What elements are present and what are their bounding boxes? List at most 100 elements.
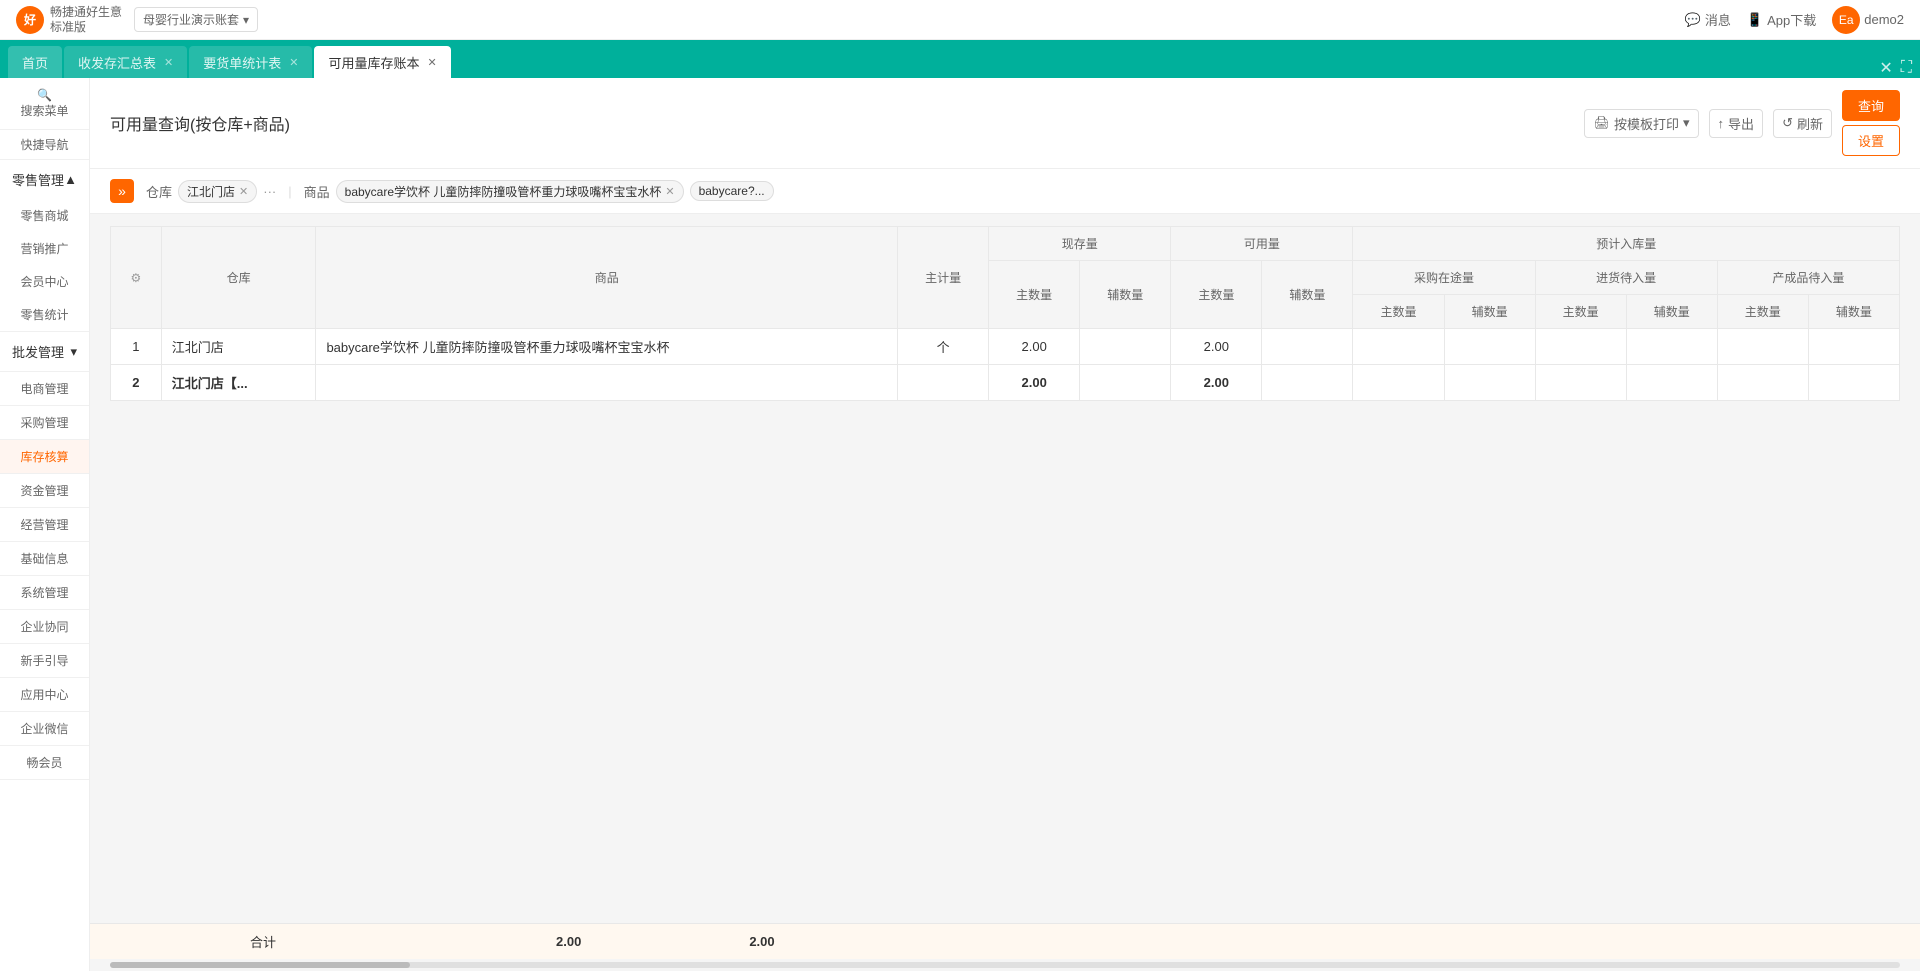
warehouse-tag-close[interactable]: ✕ bbox=[239, 185, 248, 198]
sidebar-section-retail-header[interactable]: 零售管理 ▲ bbox=[0, 160, 89, 199]
logo-icon: 好 bbox=[16, 6, 44, 34]
cell-prod-main-1 bbox=[1717, 365, 1808, 401]
tab-home[interactable]: 首页 bbox=[8, 46, 62, 78]
tab-receive-close[interactable]: ✕ bbox=[164, 56, 173, 69]
message-icon: 💬 bbox=[1685, 12, 1701, 28]
tab-available-close[interactable]: ✕ bbox=[428, 56, 437, 69]
query-button[interactable]: 查询 bbox=[1842, 90, 1900, 121]
scroll-track[interactable] bbox=[110, 962, 1900, 968]
sidebar-item-retail-mall[interactable]: 零售商城 bbox=[0, 199, 89, 232]
export-icon: ↑ bbox=[1718, 116, 1725, 131]
warehouse-more[interactable]: ··· bbox=[263, 184, 276, 199]
sidebar-item-retail-stats[interactable]: 零售统计 bbox=[0, 298, 89, 331]
phone-icon: 📱 bbox=[1747, 12, 1763, 28]
refresh-button[interactable]: ↺ 刷新 bbox=[1773, 109, 1832, 138]
cell-prod-aux-1 bbox=[1808, 365, 1899, 401]
th-planned-group: 预计入库量 bbox=[1353, 227, 1900, 261]
cell-in-main-1 bbox=[1535, 365, 1626, 401]
cell-avail-main-0: 2.00 bbox=[1171, 329, 1262, 365]
logo-area: 好 畅捷通好生意 标准版 bbox=[16, 5, 122, 34]
th-available-main: 主数量 bbox=[1171, 261, 1262, 329]
cell-in-aux-1 bbox=[1626, 365, 1717, 401]
settings-icon[interactable]: ⚙ bbox=[130, 271, 141, 285]
sidebar-item-enterprise[interactable]: 企业协同 bbox=[0, 610, 89, 643]
cell-unit-0: 个 bbox=[898, 329, 989, 365]
chevron-down-icon: ▾ bbox=[243, 13, 249, 27]
cell-pur-main-1 bbox=[1353, 365, 1444, 401]
export-button[interactable]: ↑ 导出 bbox=[1709, 109, 1764, 138]
expand-filter-button[interactable]: » bbox=[110, 179, 134, 203]
product-tag-0-close[interactable]: ✕ bbox=[665, 185, 674, 198]
sidebar-section-inventory: 库存核算 bbox=[0, 440, 89, 474]
filter-bar: » 仓库 江北门店 ✕ ··· | 商品 babycare学饮杯 儿童防摔防撞吸… bbox=[90, 169, 1920, 214]
warehouse-tags: 江北门店 ✕ ··· bbox=[178, 180, 276, 203]
cell-stock-aux-0 bbox=[1080, 329, 1171, 365]
top-bar: 好 畅捷通好生意 标准版 母婴行业演示账套 ▾ 💬 消息 📱 App下载 Ea … bbox=[0, 0, 1920, 40]
cell-avail-aux-1 bbox=[1262, 365, 1353, 401]
sidebar-item-guide[interactable]: 新手引导 bbox=[0, 644, 89, 677]
cell-avail-main-1: 2.00 bbox=[1171, 365, 1262, 401]
tab-receive[interactable]: 收发存汇总表 ✕ bbox=[64, 46, 187, 78]
sidebar-item-basic[interactable]: 基础信息 bbox=[0, 542, 89, 575]
th-settings[interactable]: ⚙ bbox=[111, 227, 162, 329]
sidebar-section-guide: 新手引导 bbox=[0, 644, 89, 678]
sidebar-item-finance[interactable]: 资金管理 bbox=[0, 474, 89, 507]
scrollbar-area bbox=[90, 959, 1920, 971]
product-tag-0: babycare学饮杯 儿童防摔防撞吸管杯重力球吸嘴杯宝宝水杯 ✕ bbox=[336, 180, 684, 203]
th-stock-main: 主数量 bbox=[989, 261, 1080, 329]
warehouse-tag-0: 江北门店 ✕ bbox=[178, 180, 257, 203]
sidebar-item-operations[interactable]: 经营管理 bbox=[0, 508, 89, 541]
main-area: 🔍 搜索菜单 快捷导航 零售管理 ▲ 零售商城 营销推广 会员中心 零售统计 bbox=[0, 78, 1920, 971]
product-tag-1: babycare?... bbox=[690, 181, 774, 201]
cell-warehouse-0: 江北门店 bbox=[161, 329, 316, 365]
nav-tabs: 首页 收发存汇总表 ✕ 要货单统计表 ✕ 可用量库存账本 ✕ ✕ ⛶ bbox=[0, 40, 1920, 78]
tab-available[interactable]: 可用量库存账本 ✕ bbox=[314, 46, 450, 78]
cell-unit-1 bbox=[898, 365, 989, 401]
th-stock-aux: 辅数量 bbox=[1080, 261, 1171, 329]
sidebar-quick-nav[interactable]: 快捷导航 bbox=[0, 130, 89, 160]
sidebar-item-system[interactable]: 系统管理 bbox=[0, 576, 89, 609]
sidebar-item-wechat[interactable]: 企业微信 bbox=[0, 712, 89, 745]
sidebar-item-purchase[interactable]: 采购管理 bbox=[0, 406, 89, 439]
th-purchase-transit: 采购在途量 bbox=[1353, 261, 1535, 295]
search-icon: 🔍 bbox=[37, 88, 52, 102]
sidebar-section-wechat: 企业微信 bbox=[0, 712, 89, 746]
top-bar-left: 好 畅捷通好生意 标准版 母婴行业演示账套 ▾ bbox=[16, 5, 258, 34]
sidebar-section-appstore: 应用中心 bbox=[0, 678, 89, 712]
sidebar-item-changhui[interactable]: 畅会员 bbox=[0, 746, 89, 779]
sidebar-section-purchase: 采购管理 bbox=[0, 406, 89, 440]
sidebar-section-wholesale-header[interactable]: 批发管理 ▾ bbox=[0, 332, 89, 371]
avatar-text: Ea bbox=[1839, 13, 1854, 27]
sidebar-section-finance: 资金管理 bbox=[0, 474, 89, 508]
setting-button[interactable]: 设置 bbox=[1842, 125, 1900, 156]
sidebar-item-member[interactable]: 会员中心 bbox=[0, 265, 89, 298]
sidebar-item-appstore[interactable]: 应用中心 bbox=[0, 678, 89, 711]
sidebar-item-inventory[interactable]: 库存核算 bbox=[0, 440, 89, 473]
sidebar-section-enterprise: 企业协同 bbox=[0, 610, 89, 644]
print-button[interactable]: 🖨 按模板打印 ▾ bbox=[1584, 109, 1698, 138]
sidebar: 🔍 搜索菜单 快捷导航 零售管理 ▲ 零售商城 营销推广 会员中心 零售统计 bbox=[0, 78, 90, 971]
nav-expand-icon[interactable]: ⛶ bbox=[1901, 59, 1912, 77]
data-table: ⚙ 仓库 商品 主计量 现存量 可用量 预计入库量 主数量 辅数量 主数量 辅数… bbox=[110, 226, 1900, 401]
tab-order[interactable]: 要货单统计表 ✕ bbox=[189, 46, 312, 78]
table-area: ⚙ 仓库 商品 主计量 现存量 可用量 预计入库量 主数量 辅数量 主数量 辅数… bbox=[90, 214, 1920, 923]
app-download-button[interactable]: 📱 App下载 bbox=[1747, 10, 1816, 29]
scroll-thumb[interactable] bbox=[110, 962, 410, 968]
logo-text: 畅捷通好生意 标准版 bbox=[50, 5, 122, 34]
user-avatar-button[interactable]: Ea demo2 bbox=[1832, 6, 1904, 34]
template-selector[interactable]: 母婴行业演示账套 ▾ bbox=[134, 7, 258, 32]
sidebar-search[interactable]: 🔍 搜索菜单 bbox=[0, 78, 89, 130]
sidebar-item-marketing[interactable]: 营销推广 bbox=[0, 232, 89, 265]
nav-close-icon[interactable]: ✕ bbox=[1879, 58, 1892, 78]
page-header: 可用量查询(按仓库+商品) 🖨 按模板打印 ▾ ↑ 导出 ↺ 刷新 查询 设置 bbox=[90, 78, 1920, 169]
page-title: 可用量查询(按仓库+商品) bbox=[110, 111, 290, 135]
th-prod-main: 主数量 bbox=[1717, 295, 1808, 329]
message-button[interactable]: 💬 消息 bbox=[1685, 10, 1731, 29]
product-filter: 商品 babycare学饮杯 儿童防摔防撞吸管杯重力球吸嘴杯宝宝水杯 ✕ bab… bbox=[304, 180, 774, 203]
sidebar-section-changhui: 畅会员 bbox=[0, 746, 89, 780]
th-stock-group: 现存量 bbox=[989, 227, 1171, 261]
tab-order-close[interactable]: ✕ bbox=[289, 56, 298, 69]
cell-in-aux-0 bbox=[1626, 329, 1717, 365]
th-product: 商品 bbox=[316, 227, 898, 329]
sidebar-item-ecommerce[interactable]: 电商管理 bbox=[0, 372, 89, 405]
